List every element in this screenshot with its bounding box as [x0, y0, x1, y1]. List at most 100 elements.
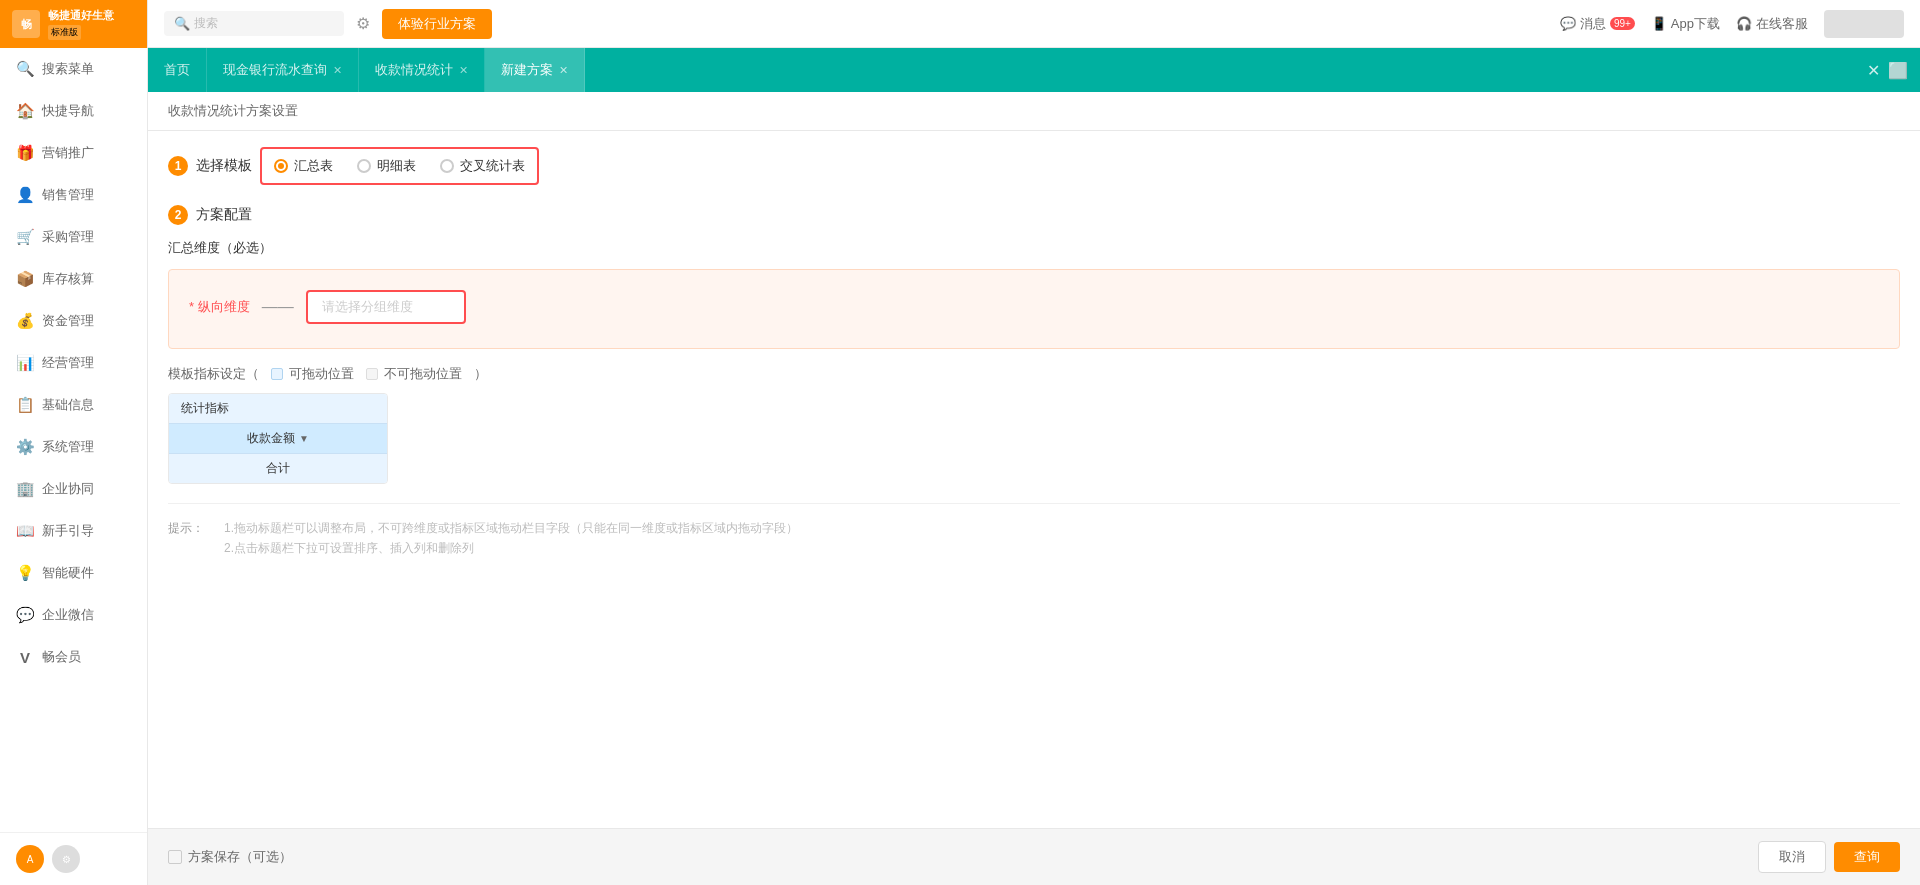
sidebar-item-quick-nav[interactable]: 🏠 快捷导航: [0, 90, 147, 132]
header-search-box[interactable]: 🔍 搜索: [164, 11, 344, 36]
tip-item-2: 2.点击标题栏下拉可设置排序、插入列和删除列: [208, 540, 798, 557]
online-service-button[interactable]: 🎧 在线客服: [1736, 15, 1808, 33]
step2-title: 方案配置: [196, 206, 252, 224]
tab-close-icon[interactable]: ✕: [559, 64, 568, 77]
sidebar-item-marketing[interactable]: 🎁 营销推广: [0, 132, 147, 174]
sidebar-item-finance[interactable]: 💰 资金管理: [0, 300, 147, 342]
maximize-icon[interactable]: ⬜: [1888, 61, 1908, 80]
fixed-dot: [366, 368, 378, 380]
sidebar-item-search-menu[interactable]: 🔍 搜索菜单: [0, 48, 147, 90]
sidebar-item-purchase[interactable]: 🛒 采购管理: [0, 216, 147, 258]
tips-title: 提示：: [168, 520, 204, 560]
dimension-dropdown[interactable]: 请选择分组维度: [306, 290, 466, 324]
sidebar-nav: 🔍 搜索菜单 🏠 快捷导航 🎁 营销推广 👤 销售管理 🛒 采购管理 📦 库存核…: [0, 48, 147, 832]
sidebar-item-operation[interactable]: 📊 经营管理: [0, 342, 147, 384]
radio-summary[interactable]: 汇总表: [274, 157, 333, 175]
legend-fixed: 不可拖动位置: [366, 365, 462, 383]
save-checkbox[interactable]: [168, 850, 182, 864]
dimension-area: * 纵向维度 —— 请选择分组维度: [168, 269, 1900, 349]
sidebar-item-label: 智能硬件: [42, 564, 94, 582]
sidebar-bottom: A ⚙: [0, 832, 147, 885]
search-placeholder: 搜索: [194, 15, 218, 32]
step2-header: 2 方案配置: [168, 205, 1900, 225]
vertical-dimension-label: * 纵向维度: [189, 298, 250, 316]
sidebar-item-label: 资金管理: [42, 312, 94, 330]
tab-close-icon[interactable]: ✕: [459, 64, 468, 77]
header-actions: 💬 消息 99+ 📱 App下载 🎧 在线客服: [1560, 10, 1904, 38]
sidebar-item-label: 快捷导航: [42, 102, 94, 120]
box-icon: 📦: [16, 270, 34, 288]
query-button[interactable]: 查询: [1834, 842, 1900, 872]
sidebar-item-system[interactable]: ⚙️ 系统管理: [0, 426, 147, 468]
config-section: 汇总维度（必选） * 纵向维度 —— 请选择分组维度 模: [168, 239, 1900, 560]
message-button[interactable]: 💬 消息 99+: [1560, 15, 1635, 33]
clipboard-icon: 📋: [16, 396, 34, 414]
main-content: 🔍 搜索 ⚙ 体验行业方案 💬 消息 99+ 📱 App下载 🎧 在线客服: [148, 0, 1920, 885]
radio-cross-label: 交叉统计表: [460, 157, 525, 175]
step2-section: 2 方案配置 汇总维度（必选） * 纵向维度 —— 请选择分组维度: [168, 205, 1900, 560]
trial-button[interactable]: 体验行业方案: [382, 9, 492, 39]
sidebar-item-hardware[interactable]: 💡 智能硬件: [0, 552, 147, 594]
sidebar-item-inventory[interactable]: 📦 库存核算: [0, 258, 147, 300]
tab-bank-flow[interactable]: 现金银行流水查询 ✕: [207, 48, 359, 92]
settings-bottom-icon: ⚙: [52, 845, 80, 873]
sidebar-item-guide[interactable]: 📖 新手引导: [0, 510, 147, 552]
sidebar-item-label: 基础信息: [42, 396, 94, 414]
sidebar-item-label: 搜索菜单: [42, 60, 94, 78]
bottom-toolbar: 方案保存（可选） 取消 查询: [148, 828, 1920, 885]
user-avatar[interactable]: [1824, 10, 1904, 38]
radio-detail-label: 明细表: [377, 157, 416, 175]
template-options: 汇总表 明细表 交叉统计表: [260, 147, 539, 185]
logo-text: 畅捷通好生意 标准版: [48, 8, 114, 40]
movable-dot: [271, 368, 283, 380]
sidebar-item-sales[interactable]: 👤 销售管理: [0, 174, 147, 216]
search-menu-icon: 🔍: [16, 60, 34, 78]
sidebar-item-label: 畅会员: [42, 648, 81, 666]
tip-item-1: 1.拖动标题栏可以调整布局，不可跨维度或指标区域拖动栏目字段（只能在同一维度或指…: [208, 520, 798, 537]
tab-new-plan[interactable]: 新建方案 ✕: [485, 48, 585, 92]
cancel-button[interactable]: 取消: [1758, 841, 1826, 873]
radio-cross[interactable]: 交叉统计表: [440, 157, 525, 175]
sidebar-item-collab[interactable]: 🏢 企业协同: [0, 468, 147, 510]
member-icon: V: [16, 649, 34, 666]
dimension-arrow: ——: [262, 298, 294, 316]
money-icon: 💰: [16, 312, 34, 330]
legend-movable: 可拖动位置: [271, 365, 354, 383]
app-download-button[interactable]: 📱 App下载: [1651, 15, 1720, 33]
download-icon: 📱: [1651, 16, 1667, 31]
sidebar-logo: 畅 畅捷通好生意 标准版: [0, 0, 147, 48]
chart-icon: 📊: [16, 354, 34, 372]
search-icon: 🔍: [174, 16, 190, 31]
message-badge: 99+: [1610, 17, 1635, 30]
book-icon: 📖: [16, 522, 34, 540]
metrics-title-close: ）: [474, 365, 487, 383]
step2-number: 2: [168, 205, 188, 225]
sidebar-item-label: 销售管理: [42, 186, 94, 204]
save-label: 方案保存（可选）: [188, 848, 292, 866]
sidebar-item-member[interactable]: V 畅会员: [0, 636, 147, 678]
content-area: 收款情况统计方案设置 1 选择模板 汇总表 明细表: [148, 92, 1920, 885]
sidebar-item-label: 库存核算: [42, 270, 94, 288]
dimension-row: * 纵向维度 —— 请选择分组维度: [189, 290, 1879, 324]
close-window-icon[interactable]: ✕: [1867, 61, 1880, 80]
tab-home[interactable]: 首页: [148, 48, 207, 92]
tab-close-icon[interactable]: ✕: [333, 64, 342, 77]
tab-collection-stat[interactable]: 收款情况统计 ✕: [359, 48, 485, 92]
radio-detail[interactable]: 明细表: [357, 157, 416, 175]
divider: [168, 503, 1900, 504]
step1-header: 1 选择模板 汇总表 明细表 交叉统计表: [168, 147, 1900, 185]
metrics-col-header[interactable]: 收款金额 ▼: [169, 424, 387, 453]
top-header: 🔍 搜索 ⚙ 体验行业方案 💬 消息 99+ 📱 App下载 🎧 在线客服: [148, 0, 1920, 48]
building-icon: 🏢: [16, 480, 34, 498]
settings-icon[interactable]: ⚙: [356, 14, 370, 33]
step1-title: 选择模板: [196, 157, 252, 175]
tab-controls: ✕ ⬜: [1855, 48, 1920, 92]
sidebar-item-wechat[interactable]: 💬 企业微信: [0, 594, 147, 636]
sidebar-item-label: 企业微信: [42, 606, 94, 624]
sidebar-item-label: 采购管理: [42, 228, 94, 246]
sidebar-item-basic-info[interactable]: 📋 基础信息: [0, 384, 147, 426]
page-body: 1 选择模板 汇总表 明细表 交叉统计表: [148, 131, 1920, 828]
bulb-icon: 💡: [16, 564, 34, 582]
dimension-placeholder: 请选择分组维度: [322, 298, 413, 316]
column-dropdown-icon[interactable]: ▼: [299, 433, 309, 444]
